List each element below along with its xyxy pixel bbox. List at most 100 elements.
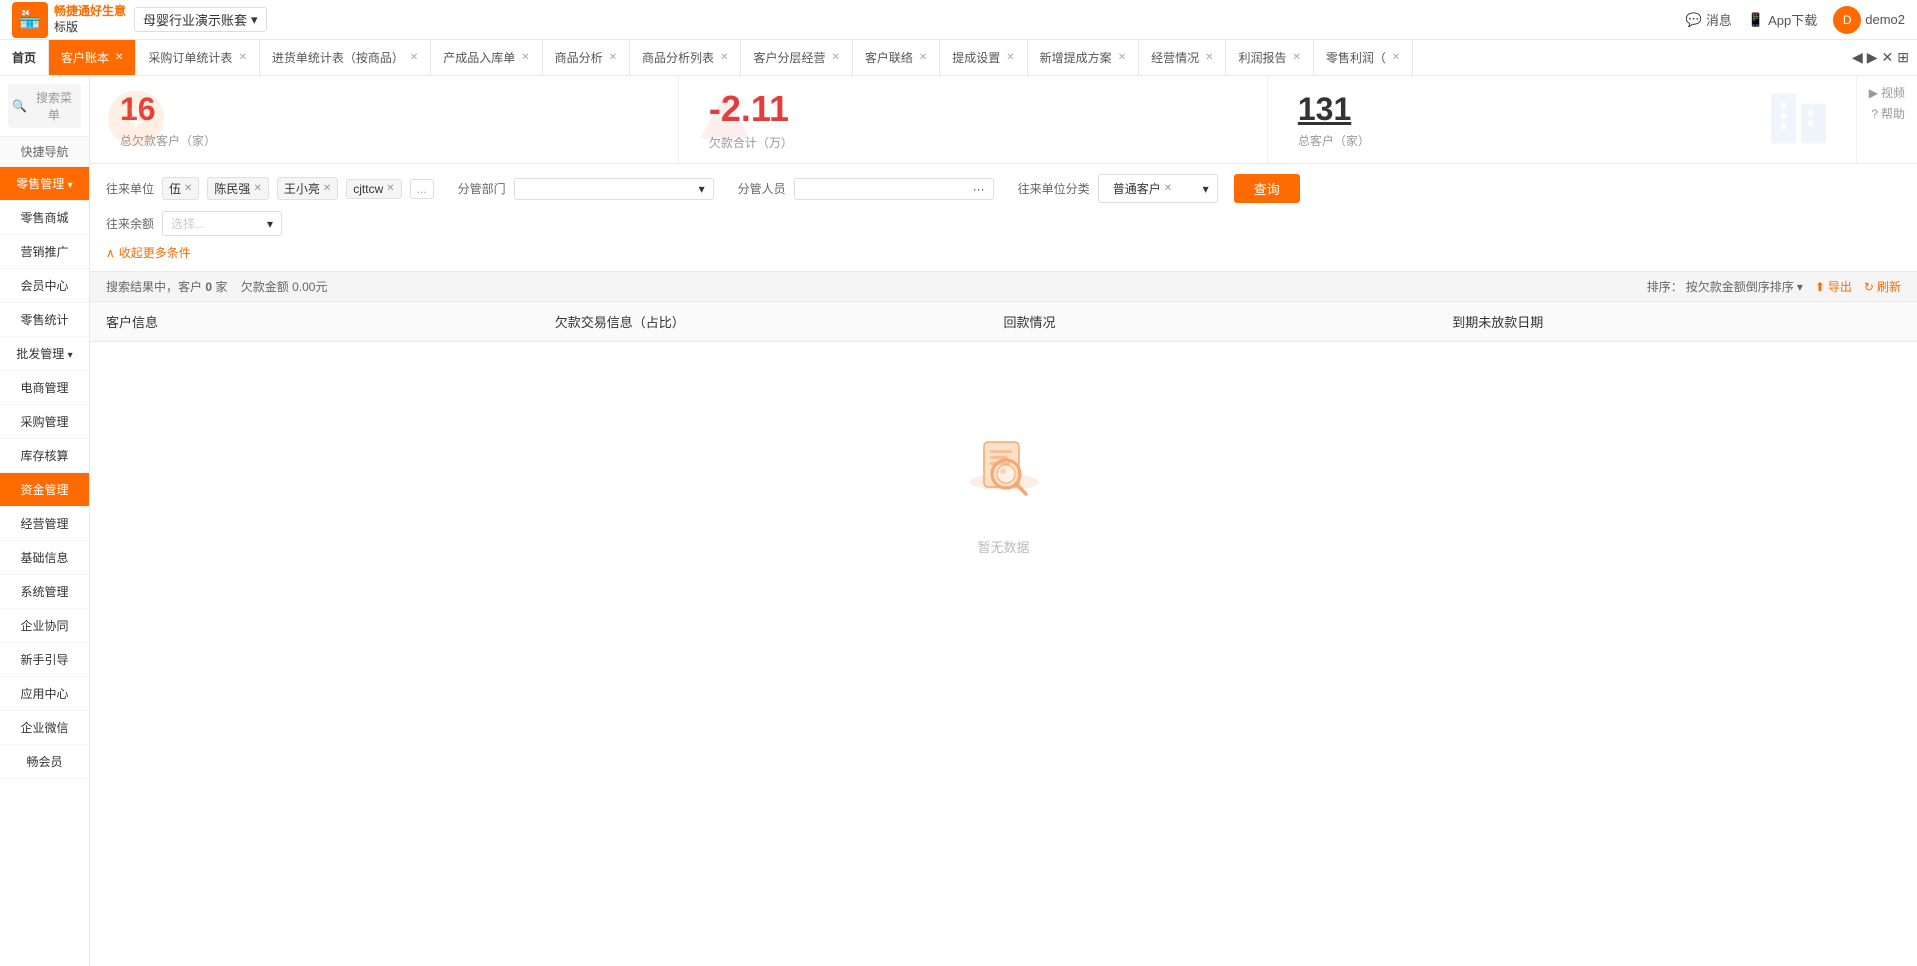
close-icon[interactable]: ✕ xyxy=(238,52,246,63)
video-help-button[interactable]: ▶ 视频 xyxy=(1869,84,1905,101)
logo-icon: 🏪 xyxy=(12,2,48,38)
sidebar-item-member-center[interactable]: 会员中心 xyxy=(0,269,89,303)
empty-icon xyxy=(954,422,1054,525)
filter-tag-unit3[interactable]: 王小亮 ✕ xyxy=(277,177,338,200)
tab-product-analysis-list[interactable]: 商品分析列表 ✕ xyxy=(630,40,741,76)
filter-tag-unit2[interactable]: 陈民强 ✕ xyxy=(207,177,268,200)
balance-select[interactable]: 选择... ▾ xyxy=(162,211,282,236)
tab-home[interactable]: 首页 xyxy=(0,40,49,76)
tab-commission-settings[interactable]: 提成设置 ✕ xyxy=(940,40,1027,76)
sort-label: 排序： xyxy=(1647,278,1683,295)
close-icon[interactable]: ✕ xyxy=(521,52,529,63)
filter-tag-unit1[interactable]: 伍 ✕ xyxy=(162,177,199,200)
refresh-button[interactable]: ↻ 刷新 xyxy=(1864,278,1901,295)
collapse-button[interactable]: ∧ 收起更多条件 xyxy=(106,244,1901,261)
tab-customer-contact[interactable]: 客户联络 ✕ xyxy=(853,40,940,76)
close-icon[interactable]: ✕ xyxy=(1118,52,1126,63)
help-button[interactable]: ? 帮助 xyxy=(1871,105,1905,122)
close-icon[interactable]: ✕ xyxy=(1006,52,1014,63)
sidebar-item-basic-info[interactable]: 基础信息 xyxy=(0,541,89,575)
tab-customer-layered[interactable]: 客户分层经营 ✕ xyxy=(741,40,852,76)
category-filter-label: 往来单位分类 xyxy=(1018,180,1090,197)
purchase-label: 采购管理 xyxy=(20,415,68,429)
search-icon: 🔍 xyxy=(12,99,27,113)
tab-inbound-stats[interactable]: 进货单统计表（按商品） ✕ xyxy=(260,40,431,76)
tab-label: 商品分析列表 xyxy=(642,49,714,66)
table-header: 客户信息 欠款交易信息（占比） 回款情况 到期未放款日期 xyxy=(90,302,1917,342)
close-icon[interactable]: ✕ xyxy=(1392,52,1400,63)
sidebar-item-enterprise[interactable]: 企业协同 xyxy=(0,609,89,643)
sidebar-item-app-center[interactable]: 应用中心 xyxy=(0,677,89,711)
remove-tag-icon[interactable]: ✕ xyxy=(184,183,192,194)
sidebar-item-wholesale[interactable]: 批发管理 ▾ xyxy=(0,337,89,371)
filter-tag-category[interactable]: 普通客户 ✕ xyxy=(1107,178,1178,199)
remove-tag-icon[interactable]: ✕ xyxy=(323,183,331,194)
close-icon[interactable]: ✕ xyxy=(609,52,617,63)
tab-purchase-stats[interactable]: 采购订单统计表 ✕ xyxy=(136,40,259,76)
app-download-button[interactable]: 📱 App下载 xyxy=(1748,10,1817,29)
dept-filter-label: 分管部门 xyxy=(458,180,506,197)
filter-tag-unit4[interactable]: cjttcw ✕ xyxy=(346,179,401,199)
phone-icon: 📱 xyxy=(1748,12,1764,28)
nav-expand-icon[interactable]: ⊞ xyxy=(1897,49,1909,66)
dept-select[interactable]: ▾ xyxy=(514,178,714,200)
export-icon: ⬆ xyxy=(1815,280,1825,294)
messages-button[interactable]: 💬 消息 xyxy=(1686,10,1732,29)
export-button[interactable]: ⬆ 导出 xyxy=(1815,278,1852,295)
sidebar-item-retail-mall[interactable]: 零售商城 xyxy=(0,201,89,235)
tab-customer-account[interactable]: 客户账本 ✕ xyxy=(49,40,136,76)
tab-profit-report[interactable]: 利润报告 ✕ xyxy=(1226,40,1313,76)
sort-select[interactable]: 排序： 按欠款金额倒序排序 ▾ xyxy=(1647,278,1803,295)
sidebar-item-newbie[interactable]: 新手引导 xyxy=(0,643,89,677)
close-icon[interactable]: ✕ xyxy=(410,52,418,63)
tab-retail-profit[interactable]: 零售利润（ ✕ xyxy=(1314,40,1413,76)
sidebar-item-ecommerce[interactable]: 电商管理 xyxy=(0,371,89,405)
svg-text:¥: ¥ xyxy=(127,101,144,132)
sidebar-item-system[interactable]: 系统管理 xyxy=(0,575,89,609)
search-prefix: 搜索结果中，客户 xyxy=(106,280,202,294)
nav-close-all-icon[interactable]: ✕ xyxy=(1882,49,1894,66)
tab-add-commission[interactable]: 新增提成方案 ✕ xyxy=(1028,40,1139,76)
nav-prev-icon[interactable]: ◀ xyxy=(1852,49,1863,66)
tab-production[interactable]: 产成品入库单 ✕ xyxy=(431,40,542,76)
export-label: 导出 xyxy=(1828,278,1852,295)
sidebar-item-purchase[interactable]: 采购管理 xyxy=(0,405,89,439)
category-select[interactable]: 普通客户 ✕ ▾ xyxy=(1098,174,1218,203)
nav-next-icon[interactable]: ▶ xyxy=(1867,49,1878,66)
collapse-area: ∧ 收起更多条件 xyxy=(106,244,1901,261)
filter-more-button[interactable]: ... xyxy=(410,179,434,199)
sidebar-item-marketing[interactable]: 营销推广 xyxy=(0,235,89,269)
remove-tag-icon[interactable]: ✕ xyxy=(1164,183,1172,194)
total-customers-label: 总客户（家） xyxy=(1298,132,1370,149)
sort-value: 按欠款金额倒序排序 xyxy=(1686,278,1794,295)
tab-product-analysis[interactable]: 商品分析 ✕ xyxy=(543,40,630,76)
remove-tag-icon[interactable]: ✕ xyxy=(386,183,394,194)
sidebar-item-retail-management[interactable]: 零售管理 ▾ xyxy=(0,167,89,201)
search-menu-button[interactable]: 🔍 搜索菜单 xyxy=(8,84,81,128)
close-icon[interactable]: ✕ xyxy=(1293,52,1301,63)
query-button[interactable]: 查询 xyxy=(1234,174,1300,203)
sidebar-item-member[interactable]: 畅会员 xyxy=(0,745,89,779)
sidebar-item-operations-mgmt[interactable]: 经营管理 xyxy=(0,507,89,541)
sidebar-item-wechat[interactable]: 企业微信 xyxy=(0,711,89,745)
store-selector[interactable]: 母婴行业演示账套 ▾ xyxy=(134,7,267,32)
close-icon[interactable]: ✕ xyxy=(1205,52,1213,63)
sidebar-item-inventory[interactable]: 库存核算 xyxy=(0,439,89,473)
close-icon[interactable]: ✕ xyxy=(720,52,728,63)
more-icon: ··· xyxy=(973,182,985,196)
logo-line1: 畅捷通好生意 xyxy=(54,4,126,20)
close-icon[interactable]: ✕ xyxy=(919,52,927,63)
tab-operations[interactable]: 经营情况 ✕ xyxy=(1139,40,1226,76)
remove-tag-icon[interactable]: ✕ xyxy=(253,183,261,194)
user-menu[interactable]: D demo2 xyxy=(1833,6,1905,34)
newbie-label: 新手引导 xyxy=(20,653,68,667)
sidebar-item-retail-stats[interactable]: 零售统计 xyxy=(0,303,89,337)
sidebar-item-finance[interactable]: 资金管理 xyxy=(0,473,89,507)
balance-filter-label: 往来余额 xyxy=(106,215,154,232)
close-icon[interactable]: ✕ xyxy=(115,52,123,63)
person-select[interactable]: ··· xyxy=(794,178,994,200)
filter-row-1: 往来单位 伍 ✕ 陈民强 ✕ 王小亮 ✕ cjttcw ✕ xyxy=(106,174,1901,203)
close-icon[interactable]: ✕ xyxy=(831,52,839,63)
sidebar-item-quick-nav[interactable]: 快捷导航 xyxy=(0,137,89,167)
main-layout: 🔍 搜索菜单 快捷导航 零售管理 ▾ 零售商城 营销推广 会员中心 零售统计 批… xyxy=(0,76,1917,966)
